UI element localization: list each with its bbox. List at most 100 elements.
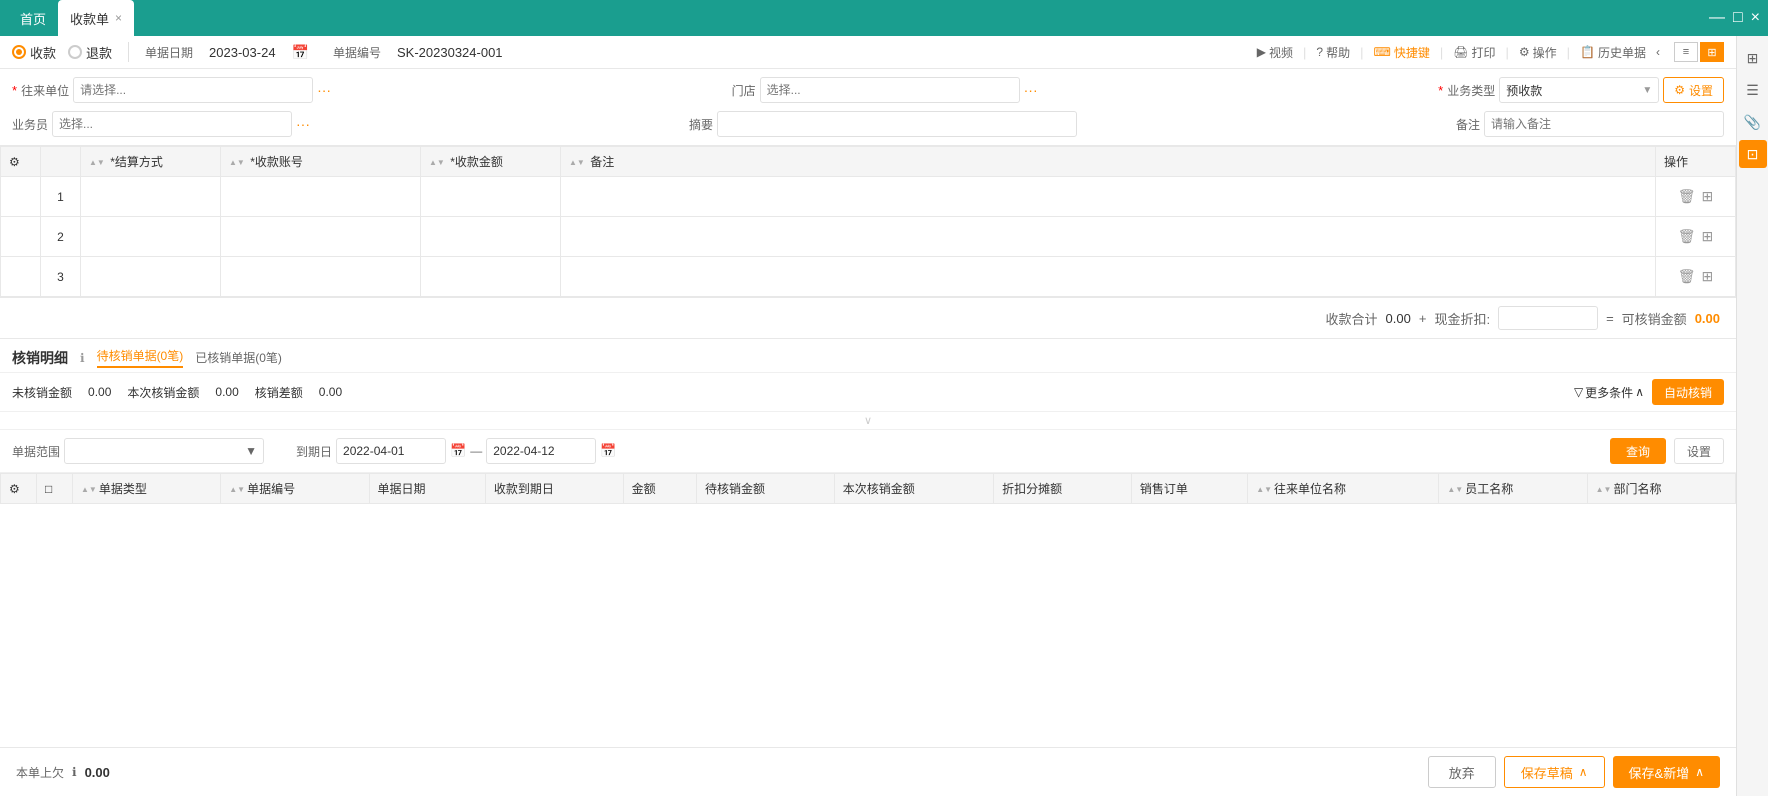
section-header: 核销明细 ℹ 待核销单据(0笔) 已核销单据(0笔) <box>0 339 1736 373</box>
right-panel-icon-2[interactable]: ☰ <box>1739 76 1767 104</box>
calendar-from-icon[interactable]: 📅 <box>450 443 466 459</box>
discard-btn[interactable]: 放弃 <box>1428 756 1496 788</box>
row2-method[interactable] <box>81 217 221 257</box>
partner-input[interactable] <box>73 77 313 103</box>
footer-info-icon[interactable]: ℹ <box>72 765 77 779</box>
tab-close-icon[interactable]: × <box>115 11 122 25</box>
help-btn[interactable]: ? 帮助 <box>1316 44 1350 61</box>
minimize-icon[interactable]: — <box>1709 9 1725 27</box>
bth-settings[interactable]: ⚙ <box>1 474 37 504</box>
toolbar-right: ▶ 视频 | ? 帮助 | ⌨ 快捷键 | 🖨 打印 | <box>1257 42 1724 62</box>
right-panel-icon-4[interactable]: ⊡ <box>1739 140 1767 168</box>
operation-icon: ⚙ <box>1519 45 1530 59</box>
staff-input[interactable] <box>52 111 292 137</box>
date-to-input[interactable] <box>486 438 596 464</box>
row2-empty <box>1 217 41 257</box>
list-view-btn[interactable]: ≡ <box>1674 42 1698 62</box>
range-label: 单据范围 <box>12 443 60 460</box>
radio-refund-dot <box>68 45 82 59</box>
required-star-2: * <box>1438 83 1443 98</box>
video-icon: ▶ <box>1257 45 1266 59</box>
save-new-btn[interactable]: 保存&新增 ∧ <box>1613 756 1720 788</box>
th-action: 操作 <box>1656 147 1736 177</box>
row1-copy-icon[interactable]: ⊞ <box>1702 188 1714 205</box>
video-btn[interactable]: ▶ 视频 <box>1257 44 1293 61</box>
right-panel-icon-3[interactable]: 📎 <box>1739 108 1767 136</box>
shortcut-icon: ⌨ <box>1373 45 1390 59</box>
receipt-table-wrap: ⚙ ▲▼ *结算方式 ▲▼ *收款账号 ▲▼ *收 <box>0 146 1736 298</box>
row2-account[interactable] <box>221 217 421 257</box>
row1-delete-icon[interactable]: 🗑 <box>1678 188 1696 205</box>
remark-input[interactable] <box>1484 111 1724 137</box>
close-icon[interactable]: × <box>1751 9 1760 27</box>
row3-account[interactable] <box>221 257 421 297</box>
equals-sign: = <box>1606 311 1614 326</box>
th-amount-label: *收款金额 <box>450 155 503 169</box>
business-type-select[interactable]: 预收款 ▼ <box>1499 77 1659 103</box>
row2-amount[interactable] <box>421 217 561 257</box>
right-panel-icon-1[interactable]: ⊞ <box>1739 44 1767 72</box>
store-input[interactable] <box>760 77 1020 103</box>
shortcut-btn[interactable]: ⌨ 快捷键 <box>1373 44 1429 61</box>
radio-refund[interactable]: 退款 <box>68 43 112 62</box>
bth-due-date: 收款到期日 <box>485 474 623 504</box>
row3-method[interactable] <box>81 257 221 297</box>
save-draft-arrow-icon: ∧ <box>1579 765 1588 779</box>
row2-remark[interactable] <box>561 217 1656 257</box>
row1-remark[interactable] <box>561 177 1656 217</box>
tab-receipt-label: 收款单 <box>70 9 109 28</box>
date-from-input[interactable] <box>336 438 446 464</box>
due-date-field: 到期日 📅 — 📅 <box>296 438 616 464</box>
row2-delete-icon[interactable]: 🗑 <box>1678 228 1696 245</box>
tab-receipt[interactable]: 收款单 × <box>58 0 134 36</box>
total-value: 0.00 <box>1386 311 1411 326</box>
row3-amount[interactable] <box>421 257 561 297</box>
row2-copy-icon[interactable]: ⊞ <box>1702 228 1714 245</box>
stats-row: 未核销金额 0.00 本次核销金额 0.00 核销差额 0.00 ▽ 更多条件 … <box>0 373 1736 412</box>
radio-refund-label: 退款 <box>86 43 112 62</box>
auto-verify-btn[interactable]: 自动核销 <box>1652 379 1724 405</box>
save-draft-btn[interactable]: 保存草稿 ∧ <box>1504 756 1605 788</box>
row1-amount[interactable] <box>421 177 561 217</box>
dash: — <box>470 444 482 458</box>
maximize-icon[interactable]: □ <box>1733 9 1743 27</box>
done-tab[interactable]: 已核销单据(0笔) <box>195 349 282 366</box>
print-btn[interactable]: 🖨 打印 <box>1453 44 1495 61</box>
more-conditions-btn[interactable]: ▽ 更多条件 ∧ <box>1574 384 1644 401</box>
operation-btn[interactable]: ⚙ 操作 <box>1519 44 1557 61</box>
diff-label: 核销差额 <box>255 384 303 401</box>
bth-date: 单据日期 <box>369 474 485 504</box>
setting-button[interactable]: ⚙ 设置 <box>1663 77 1724 103</box>
calendar-to-icon[interactable]: 📅 <box>600 443 616 459</box>
staff-field: 业务员 ··· <box>12 111 310 137</box>
row1-method[interactable] <box>81 177 221 217</box>
discount-input[interactable] <box>1498 306 1598 330</box>
row3-delete-icon[interactable]: 🗑 <box>1678 268 1696 285</box>
range-select[interactable]: ▼ <box>64 438 264 464</box>
th-settings[interactable]: ⚙ <box>1 147 41 177</box>
store-more-btn[interactable]: ··· <box>1024 82 1038 98</box>
staff-more-btn[interactable]: ··· <box>296 116 310 132</box>
bth-staff: ▲▼员工名称 <box>1439 474 1587 504</box>
bottom-table-wrap: ⚙ □ ▲▼单据类型 ▲▼单据编号 单据日期 收款到期日 金额 待核销金额 <box>0 473 1736 747</box>
calendar-icon[interactable]: 📅 <box>292 44 309 61</box>
row3-remark[interactable] <box>561 257 1656 297</box>
grid-view-btn[interactable]: ⊞ <box>1700 42 1724 62</box>
prev-btn[interactable]: ‹ <box>1656 45 1660 59</box>
row1-account[interactable] <box>221 177 421 217</box>
partner-more-btn[interactable]: ··· <box>317 82 331 98</box>
right-panel: ⊞ ☰ 📎 ⊡ <box>1736 36 1768 796</box>
summary-field: 摘要 <box>689 111 1077 137</box>
history-btn[interactable]: 📋 历史单据 <box>1580 44 1646 61</box>
row3-copy-icon[interactable]: ⊞ <box>1702 268 1714 285</box>
filter-setting-btn[interactable]: 设置 <box>1674 438 1724 464</box>
query-btn[interactable]: 查询 <box>1610 438 1666 464</box>
filter-icon: ▽ <box>1574 385 1583 399</box>
bth-checkbox[interactable]: □ <box>37 474 73 504</box>
radio-receipt[interactable]: 收款 <box>12 43 56 62</box>
tab-home[interactable]: 首页 <box>8 0 58 36</box>
info-icon[interactable]: ℹ <box>80 351 85 365</box>
footer: 本单上欠 ℹ 0.00 放弃 保存草稿 ∧ 保存&新增 ∧ <box>0 747 1736 796</box>
pending-tab[interactable]: 待核销单据(0笔) <box>97 347 184 368</box>
summary-input[interactable] <box>717 111 1077 137</box>
